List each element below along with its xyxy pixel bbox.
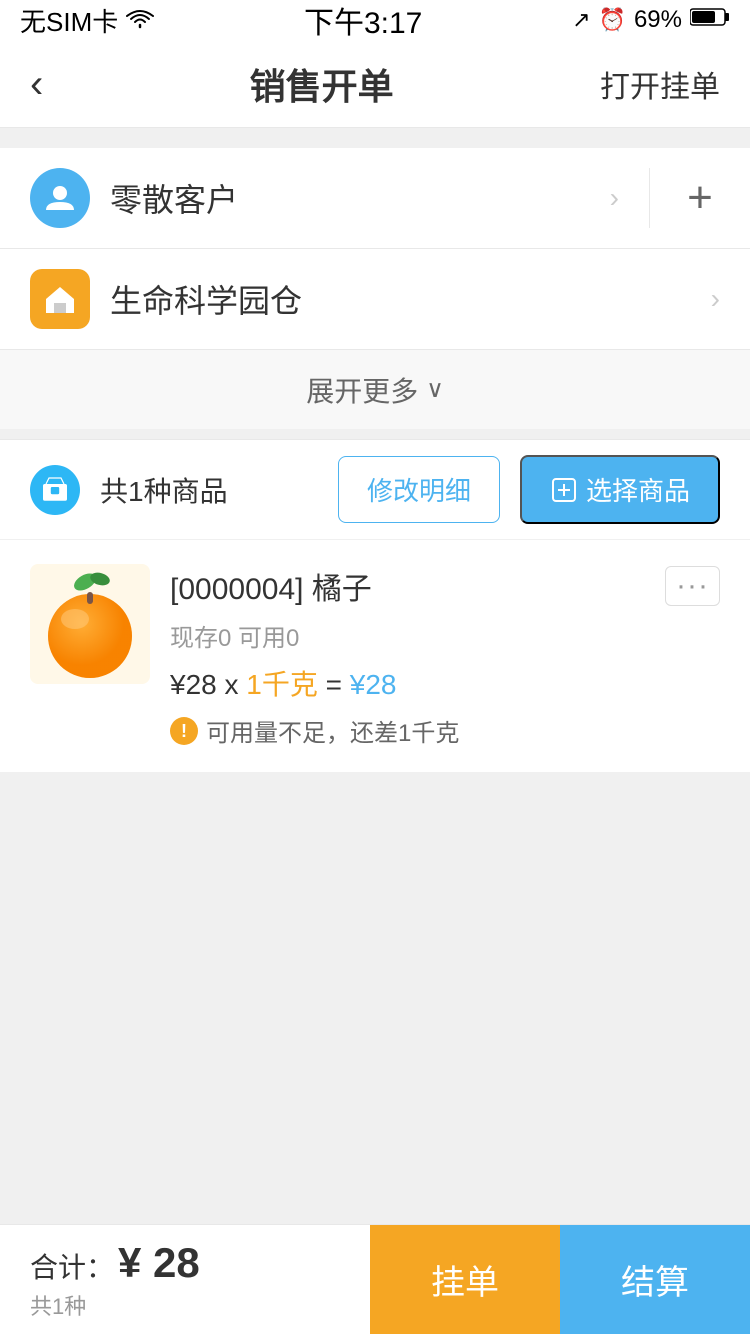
select-product-label: 选择商品 [586,471,690,508]
open-hang-button[interactable]: 打开挂单 [600,62,720,106]
customer-selector[interactable]: 零散客户 › [0,168,650,228]
products-header: 共1种商品 修改明细 选择商品 [0,439,750,539]
bottom-bar: 合计： ¥ 28 共1种 挂单 结算 [0,1224,750,1334]
status-bar: 无SIM卡 下午3:17 ↗ ⏰ 69% [0,0,750,40]
status-left: 无SIM卡 [20,2,154,39]
spacer-1 [0,128,750,148]
product-quantity: 1千克 [246,669,318,700]
battery-text: 69% [634,6,682,34]
product-stock: 现存0 可用0 [170,618,720,653]
page-title: 销售开单 [250,58,394,110]
checkout-button[interactable]: 结算 [560,1225,750,1334]
status-right: ↗ ⏰ 69% [572,6,730,34]
expand-more-label: 展开更多 [306,370,418,410]
wifi-icon [126,5,154,36]
add-customer-button[interactable]: + [650,173,750,223]
hang-button[interactable]: 挂单 [370,1225,560,1334]
location-icon: ↗ [572,7,590,33]
product-more-button[interactable]: ··· [665,566,720,606]
product-price: ¥28 [170,669,217,700]
main-content-area [0,772,750,1252]
warehouse-chevron-icon: › [711,283,720,315]
total-sub: 共1种 [30,1289,340,1321]
warning-icon: ! [170,717,198,745]
equals-sign: = [326,669,350,700]
total-amount: ¥ 28 [118,1239,200,1287]
warehouse-row[interactable]: 生命科学园仓 › [0,249,750,349]
signal-text: 无SIM卡 [20,2,118,39]
multiply-sign: x [225,669,247,700]
product-item: [0000004] 橘子 ··· 现存0 可用0 ¥28 x 1千克 = ¥28… [0,539,750,772]
chevron-right-icon: › [610,182,619,214]
warning-text: 可用量不足，还差1千克 [206,713,459,748]
nav-bar: ‹ 销售开单 打开挂单 [0,40,750,128]
customer-name: 零散客户 [110,175,600,221]
alarm-icon: ⏰ [599,7,626,33]
status-time: 下午3:17 [304,0,422,42]
total-label: 合计： [30,1246,114,1286]
product-name: [0000004] 橘子 [170,564,372,608]
select-product-button[interactable]: 选择商品 [520,455,720,524]
expand-more-button[interactable]: 展开更多 ∨ [0,349,750,429]
product-total: ¥28 [350,669,397,700]
product-price-row: ¥28 x 1千克 = ¥28 [170,663,720,703]
products-count: 共1种商品 [100,470,318,510]
spacer-2 [0,429,750,439]
product-info: [0000004] 橘子 ··· 现存0 可用0 ¥28 x 1千克 = ¥28… [170,564,720,748]
back-button[interactable]: ‹ [30,64,43,104]
modify-detail-button[interactable]: 修改明细 [338,456,500,523]
product-title-row: [0000004] 橘子 ··· [170,564,720,608]
customer-row: 零散客户 › + [0,148,750,248]
total-section: 合计： ¥ 28 共1种 [0,1225,370,1334]
product-image [30,564,150,684]
customer-avatar [30,168,90,228]
product-warning: ! 可用量不足，还差1千克 [170,713,720,748]
warehouse-name: 生命科学园仓 [110,276,701,322]
warehouse-icon [30,269,90,329]
products-icon [30,465,80,515]
battery-icon [690,6,730,34]
expand-chevron-icon: ∨ [426,375,444,404]
